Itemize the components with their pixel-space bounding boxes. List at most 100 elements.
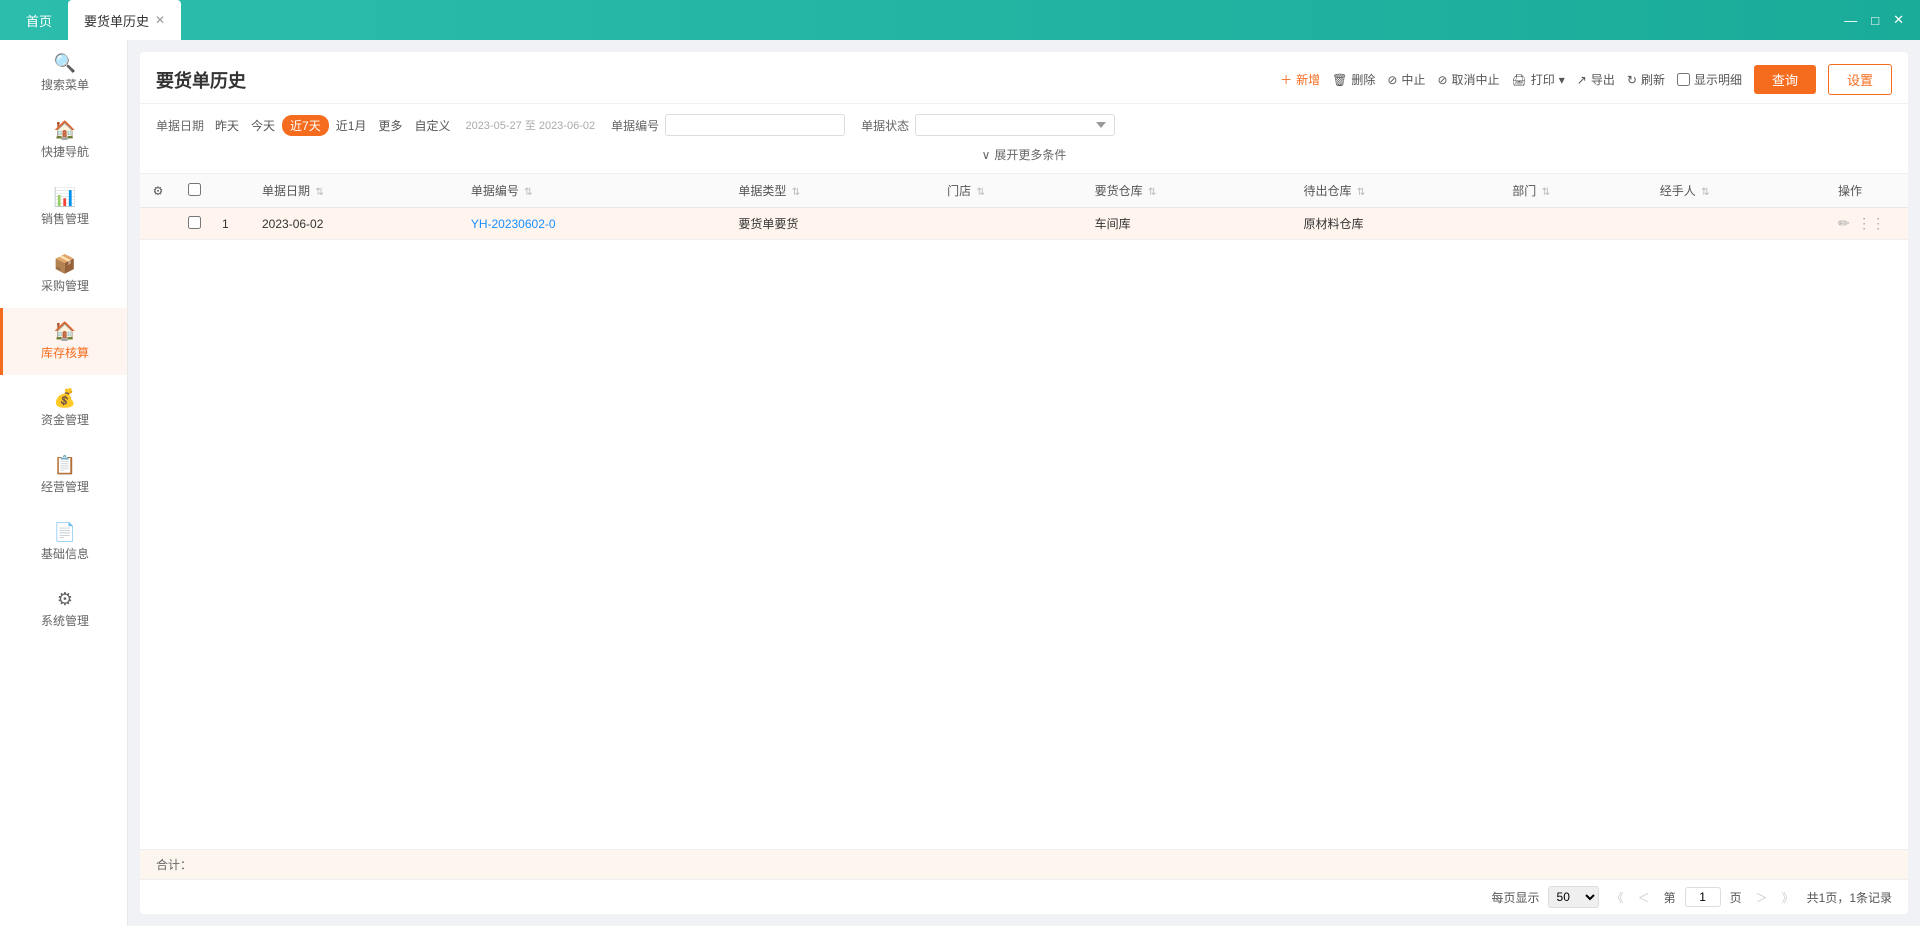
sidebar-item-purchase[interactable]: 📦 采购管理 [0,241,127,308]
sort-icon-handler: ⇅ [1701,187,1709,198]
cell-bill-no[interactable]: YH-20230602-0 [461,208,729,240]
last-page-icon[interactable]: 》 [1777,887,1799,908]
first-page-icon[interactable]: 《 [1607,887,1629,908]
refresh-label: 刷新 [1641,71,1665,88]
stop-button[interactable]: ⊘ 中止 [1387,71,1425,88]
stop-icon: ⊘ [1387,73,1397,87]
expand-more-label: 展开更多条件 [994,146,1066,163]
page-label: 第 [1659,887,1681,908]
col-store[interactable]: 门店 ⇅ [937,174,1085,208]
date-btn-custom[interactable]: 自定义 [409,115,455,136]
sort-icon-wait-warehouse: ⇅ [1357,187,1365,198]
basic-info-icon: 📄 [54,523,76,541]
cell-dept [1502,208,1650,240]
row-checkbox[interactable] [188,216,201,229]
cell-check [176,208,212,240]
tab-bill-history[interactable]: 要货单历史 ✕ [68,0,181,40]
date-btn-more[interactable]: 更多 [373,115,407,136]
col-date[interactable]: 单据日期 ⇅ [252,174,461,208]
sidebar: 🔍 搜索菜单 🏠 快捷导航 📊 销售管理 📦 采购管理 🏠 库存核算 💰 资金管… [0,40,128,926]
inventory-icon: 🏠 [54,322,76,340]
sidebar-item-quick-nav[interactable]: 🏠 快捷导航 [0,107,127,174]
total-label: 合计： [156,856,192,873]
sidebar-item-system[interactable]: ⚙ 系统管理 [0,576,127,643]
query-button[interactable]: 查询 [1754,65,1816,94]
date-btn-yesterday[interactable]: 昨天 [210,115,244,136]
sidebar-item-label: 采购管理 [41,277,89,294]
cancel-stop-button[interactable]: ⊘ 取消中止 [1437,71,1499,88]
export-button[interactable]: ↗ 导出 [1577,71,1615,88]
pagination-bar: 每页显示 50 10 20 100 《 ＜ 第 页 ＞ 》 共1页，1条记录 [140,879,1908,914]
purchase-icon: 📦 [54,255,76,273]
page-title: 要货单历史 [156,67,246,93]
display-detail-label: 显示明细 [1694,71,1742,88]
col-req-warehouse[interactable]: 要货仓库 ⇅ [1085,174,1294,208]
more-icon[interactable]: ⋮⋮ [1857,215,1885,231]
col-wait-warehouse[interactable]: 待出仓库 ⇅ [1293,174,1502,208]
export-icon: ↗ [1577,73,1587,87]
table-wrap: ⚙ 单据日期 ⇅ 单据编号 ⇅ [140,174,1908,849]
refresh-icon: ↻ [1627,73,1637,87]
sidebar-item-label: 基础信息 [41,545,89,562]
refresh-button[interactable]: ↻ 刷新 [1627,71,1665,88]
sidebar-item-operations[interactable]: 📋 经营管理 [0,442,127,509]
display-detail-toggle[interactable]: 显示明细 [1677,71,1742,88]
select-all-checkbox[interactable] [188,183,201,196]
main-layout: 🔍 搜索菜单 🏠 快捷导航 📊 销售管理 📦 采购管理 🏠 库存核算 💰 资金管… [0,40,1920,926]
col-settings[interactable]: ⚙ [140,174,176,208]
cell-store [937,208,1085,240]
bill-no-input[interactable] [665,114,845,136]
chevron-down-icon: ∨ [982,148,991,162]
sort-icon-date: ⇅ [315,187,323,198]
page-suffix: 页 [1725,887,1747,908]
table-row: 1 2023-06-02 YH-20230602-0 要货单要货 车间库 原材料… [140,208,1908,240]
date-btn-today[interactable]: 今天 [246,115,280,136]
sidebar-item-finance[interactable]: 💰 资金管理 [0,375,127,442]
system-icon: ⚙ [57,590,73,608]
date-btn-7days[interactable]: 近7天 [282,115,329,136]
next-page-icon[interactable]: ＞ [1751,887,1773,908]
status-select[interactable] [915,114,1115,136]
col-handler[interactable]: 经手人 ⇅ [1650,174,1828,208]
settings-button[interactable]: 设置 [1828,64,1892,95]
tab-home[interactable]: 首页 [10,0,68,40]
tab-close-icon[interactable]: ✕ [155,13,165,27]
sidebar-item-inventory[interactable]: 🏠 库存核算 [0,308,127,375]
export-label: 导出 [1591,71,1615,88]
print-arrow-icon: ▾ [1559,73,1565,87]
col-bill-type[interactable]: 单据类型 ⇅ [728,174,937,208]
col-bill-no[interactable]: 单据编号 ⇅ [461,174,729,208]
col-operation: 操作 [1828,174,1908,208]
expand-more-btn[interactable]: ∨ 展开更多条件 [156,142,1892,167]
page-number-input[interactable] [1685,887,1721,907]
total-info: 共1页，1条记录 [1807,889,1892,906]
edit-icon[interactable]: ✏ [1838,215,1850,231]
col-dept[interactable]: 部门 ⇅ [1502,174,1650,208]
sidebar-item-basic-info[interactable]: 📄 基础信息 [0,509,127,576]
sidebar-item-sales[interactable]: 📊 销售管理 [0,174,127,241]
new-icon: ＋ [1280,71,1292,88]
maximize-icon[interactable]: □ [1871,13,1879,28]
per-page-select[interactable]: 50 10 20 100 [1548,886,1599,908]
prev-page-icon[interactable]: ＜ [1633,887,1655,908]
page-navigation: 《 ＜ 第 页 ＞ 》 [1607,887,1799,908]
minimize-icon[interactable]: — [1844,13,1857,28]
date-filter-group: 单据日期 昨天 今天 近7天 近1月 更多 自定义 2023-05-27 至 2… [156,115,595,136]
sidebar-item-label: 快捷导航 [41,143,89,160]
sort-icon-req-warehouse: ⇅ [1148,187,1156,198]
date-filter-label: 单据日期 [156,117,204,134]
page-card: 要货单历史 ＋ 新增 🗑 删除 ⊘ 中止 ⊘ [140,52,1908,914]
date-btn-1month[interactable]: 近1月 [331,115,372,136]
close-window-icon[interactable]: ✕ [1893,12,1904,28]
content-area: 要货单历史 ＋ 新增 🗑 删除 ⊘ 中止 ⊘ [128,40,1920,926]
window-controls: — □ ✕ [1844,12,1920,28]
delete-button[interactable]: 🗑 删除 [1332,71,1375,88]
display-detail-checkbox[interactable] [1677,73,1690,86]
header-actions: ＋ 新增 🗑 删除 ⊘ 中止 ⊘ 取消中止 [1280,64,1892,95]
sidebar-item-search-menu[interactable]: 🔍 搜索菜单 [0,40,127,107]
print-button[interactable]: 🖨 打印 ▾ [1512,71,1565,88]
sort-icon-dept: ⇅ [1542,187,1550,198]
sidebar-item-label: 资金管理 [41,411,89,428]
cell-bill-type: 要货单要货 [728,208,937,240]
new-button[interactable]: ＋ 新增 [1280,71,1320,88]
